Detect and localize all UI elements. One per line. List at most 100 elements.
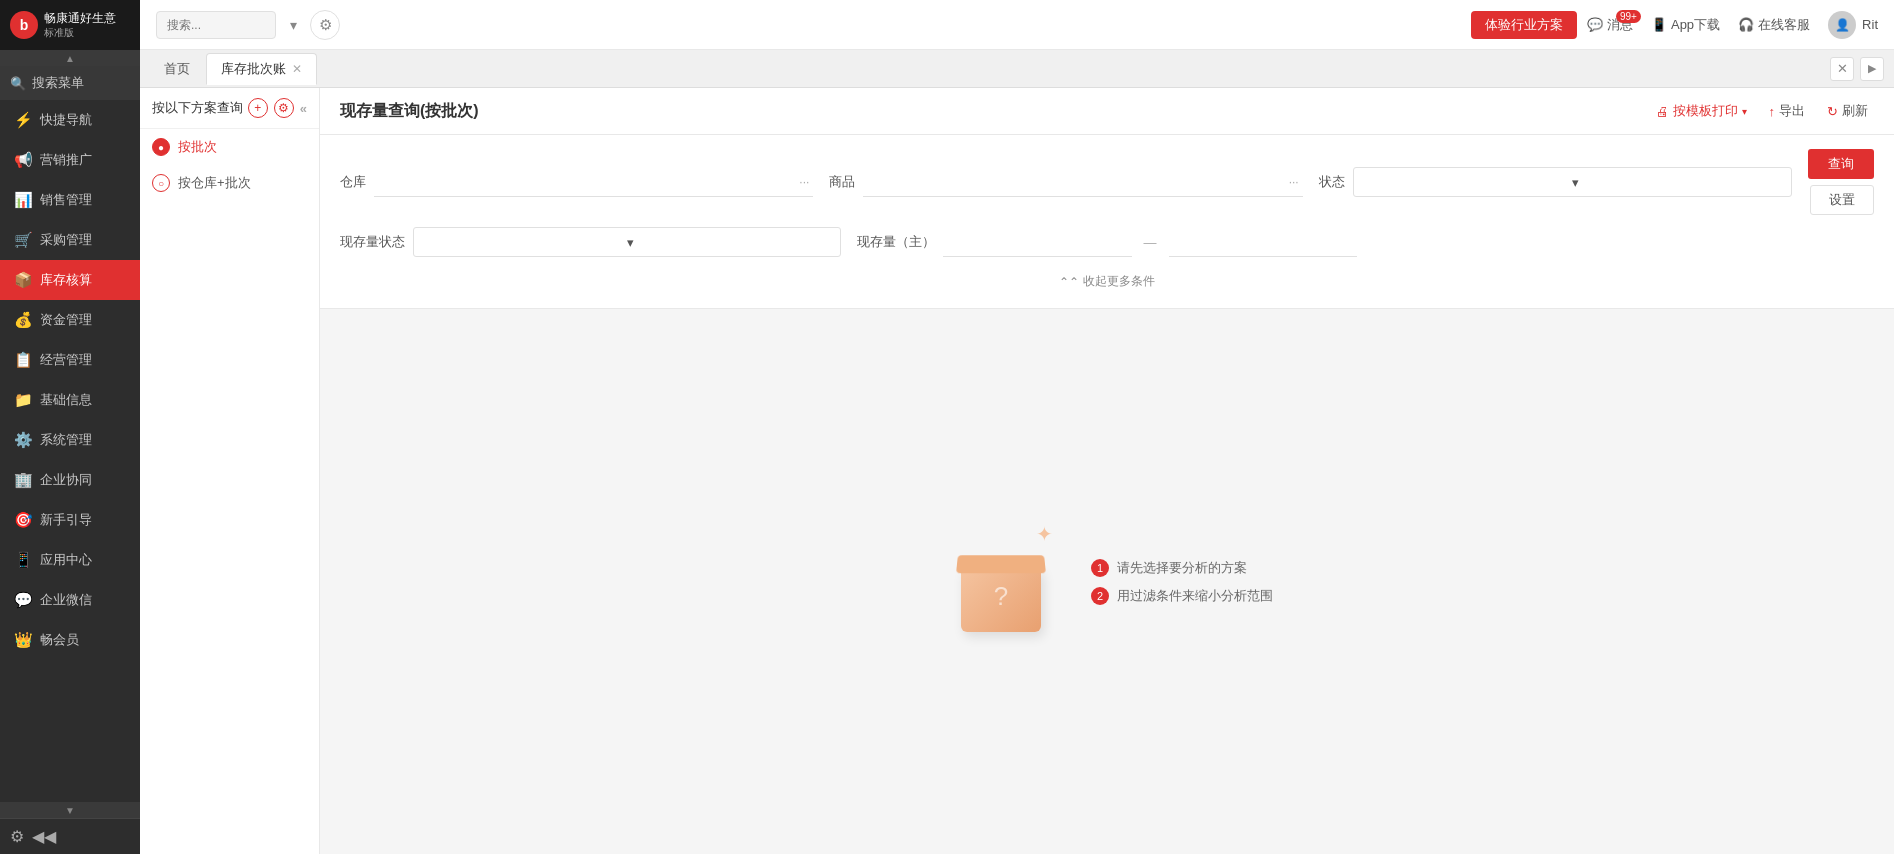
inventory-label: 库存核算 (40, 271, 92, 289)
filter-collapse-label: 收起更多条件 (1083, 273, 1155, 290)
filter-warehouse: 仓库 ··· (340, 168, 813, 197)
query-button[interactable]: 查询 (1808, 149, 1874, 179)
sales-label: 销售管理 (40, 191, 92, 209)
online-service-label: 在线客服 (1758, 16, 1810, 34)
finance-label: 资金管理 (40, 311, 92, 329)
sidebar-search[interactable]: 🔍 搜索菜单 (0, 66, 140, 100)
topbar-dropdown-btn[interactable]: ▾ (280, 12, 306, 38)
sidebar-footer: ⚙ ◀◀ (0, 818, 140, 854)
quick-nav-label: 快捷导航 (40, 111, 92, 129)
filter-action-buttons: 查询 设置 (1808, 149, 1874, 215)
tab-home[interactable]: 首页 (150, 53, 204, 85)
scheme-by-batch-icon: ● (152, 138, 170, 156)
filter-area: 仓库 ··· 商品 ··· (320, 135, 1894, 309)
settings-footer-icon[interactable]: ⚙ (10, 827, 24, 846)
finance-icon: 💰 (14, 311, 32, 329)
operations-label: 经营管理 (40, 351, 92, 369)
warehouse-input[interactable] (374, 168, 795, 196)
sidebar-item-vip[interactable]: 👑 畅会员 (0, 620, 140, 660)
basic-info-icon: 📁 (14, 391, 32, 409)
product-more-btn[interactable]: ··· (1285, 175, 1303, 189)
product-input[interactable] (863, 168, 1284, 196)
operations-icon: 📋 (14, 351, 32, 369)
main-content: 现存量查询(按批次) 🖨 按模板打印 ▾ ↑ 导出 ↻ 刷新 (320, 88, 1894, 854)
app-download-action[interactable]: 📱 App下载 (1651, 16, 1720, 34)
filter-status: 状态 ▾ (1319, 167, 1792, 197)
print-icon: 🖨 (1656, 104, 1669, 119)
sidebar-scroll-up[interactable]: ▲ (0, 50, 140, 66)
scheme-settings-btn[interactable]: ⚙ (274, 98, 294, 118)
sidebar-item-finance[interactable]: 💰 资金管理 (0, 300, 140, 340)
export-btn[interactable]: ↑ 导出 (1763, 98, 1812, 124)
filter-collapse-btn[interactable]: ⌃⌃ 收起更多条件 (340, 269, 1874, 294)
sidebar-item-operations[interactable]: 📋 经营管理 (0, 340, 140, 380)
status-label: 状态 (1319, 173, 1345, 191)
sidebar-item-basic-info[interactable]: 📁 基础信息 (0, 380, 140, 420)
vip-label: 畅会员 (40, 631, 79, 649)
empty-box-lid (956, 555, 1046, 573)
sidebar-item-enterprise[interactable]: 🏢 企业协同 (0, 460, 140, 500)
tab-inventory-batch-label: 库存批次账 (221, 60, 286, 78)
sidebar-item-sales[interactable]: 📊 销售管理 (0, 180, 140, 220)
tab-panel-close[interactable]: ✕ (1830, 57, 1854, 81)
scheme-item-by-warehouse-batch[interactable]: ○ 按仓库+批次 (140, 165, 319, 201)
status-dropdown-arrow: ▾ (1572, 175, 1783, 190)
tab-inventory-batch[interactable]: 库存批次账 ✕ (206, 53, 317, 85)
inventory-icon: 📦 (14, 271, 32, 289)
sidebar-item-marketing[interactable]: 📢 营销推广 (0, 140, 140, 180)
inventory-status-dropdown[interactable]: ▾ (413, 227, 841, 257)
tip-2-text: 用过滤条件来缩小分析范围 (1117, 587, 1273, 605)
sidebar-item-purchase[interactable]: 🛒 采购管理 (0, 220, 140, 260)
add-scheme-btn[interactable]: + (248, 98, 268, 118)
qty-max-input[interactable] (1169, 228, 1358, 256)
sidebar-item-quick-nav[interactable]: ⚡ 快捷导航 (0, 100, 140, 140)
status-dropdown[interactable]: ▾ (1353, 167, 1792, 197)
qty-min-wrapper (943, 228, 1132, 257)
collapse-sidebar-icon[interactable]: ◀◀ (32, 827, 56, 846)
message-action[interactable]: 💬 消息 99+ (1587, 16, 1633, 34)
refresh-btn[interactable]: ↻ 刷新 (1821, 98, 1874, 124)
sidebar-item-new-guide[interactable]: 🎯 新手引导 (0, 500, 140, 540)
topbar-search-input[interactable] (156, 11, 276, 39)
sidebar-item-enterprise-wechat[interactable]: 💬 企业微信 (0, 580, 140, 620)
scheme-item-by-batch[interactable]: ● 按批次 (140, 129, 319, 165)
tab-bar: 首页 库存批次账 ✕ ✕ ▶ (140, 50, 1894, 88)
empty-tips: 1 请先选择要分析的方案 2 用过滤条件来缩小分析范围 (1091, 559, 1273, 605)
vip-icon: 👑 (14, 631, 32, 649)
qty-min-input[interactable] (943, 228, 1132, 256)
filter-inventory-status: 现存量状态 ▾ (340, 227, 841, 257)
trial-btn[interactable]: 体验行业方案 (1471, 11, 1577, 39)
tab-close-icon[interactable]: ✕ (292, 63, 302, 75)
sidebar-search-label: 搜索菜单 (32, 74, 84, 92)
app-center-icon: 📱 (14, 551, 32, 569)
tip-1-num: 1 (1091, 559, 1109, 577)
left-panel-header: 按以下方案查询 + ⚙ « (140, 88, 319, 129)
new-guide-icon: 🎯 (14, 511, 32, 529)
left-panel: 按以下方案查询 + ⚙ « ● 按批次 ○ 按仓库+批次 (140, 88, 320, 854)
online-service-action[interactable]: 🎧 在线客服 (1738, 16, 1810, 34)
warehouse-more-btn[interactable]: ··· (795, 175, 813, 189)
topbar-gear-btn[interactable]: ⚙ (310, 10, 340, 40)
empty-box-question: ? (994, 581, 1008, 612)
tip-2-num: 2 (1091, 587, 1109, 605)
left-panel-title: 按以下方案查询 (152, 99, 243, 117)
empty-illustration: ? ✦ (941, 522, 1061, 642)
collapse-up-icon: ⌃⌃ (1059, 275, 1079, 289)
sidebar-item-system[interactable]: ⚙️ 系统管理 (0, 420, 140, 460)
topbar-search-area: ▾ ⚙ (156, 10, 1461, 40)
scheme-by-wh-icon: ○ (152, 174, 170, 192)
tab-panel-expand[interactable]: ▶ (1860, 57, 1884, 81)
settings-button[interactable]: 设置 (1810, 185, 1874, 215)
user-profile[interactable]: 👤 Rit (1828, 11, 1878, 39)
marketing-icon: 📢 (14, 151, 32, 169)
print-btn[interactable]: 🖨 按模板打印 ▾ (1650, 98, 1753, 124)
scheme-by-batch-label: 按批次 (178, 138, 217, 156)
sidebar-scroll-down[interactable]: ▼ (0, 802, 140, 818)
purchase-label: 采购管理 (40, 231, 92, 249)
sidebar-item-app-center[interactable]: 📱 应用中心 (0, 540, 140, 580)
brand-sub: 标准版 (44, 26, 116, 40)
message-badge: 99+ (1616, 10, 1641, 23)
collapse-panel-btn[interactable]: « (300, 101, 307, 116)
online-service-icon: 🎧 (1738, 17, 1754, 32)
sidebar-item-inventory[interactable]: 📦 库存核算 (0, 260, 140, 300)
